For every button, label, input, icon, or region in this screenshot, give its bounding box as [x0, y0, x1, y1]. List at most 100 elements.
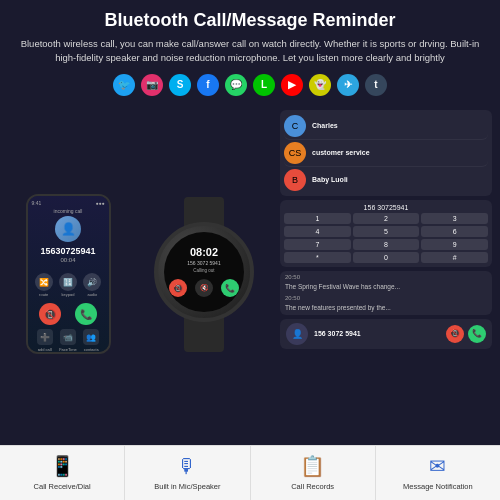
callback-action-buttons: 📵 📞	[446, 325, 486, 343]
call-receive-icon: 📱	[50, 454, 75, 478]
numpad-key-4[interactable]: 4	[284, 226, 351, 237]
contacts-panel: C Charles CS customer service B Baby Luo…	[280, 110, 492, 196]
audio-label: audio	[83, 292, 101, 297]
phone-avatar: 👤	[55, 216, 81, 242]
watch-face: 08:02 156 3072 5941 Calling out 📵 🔇 📞	[164, 232, 244, 312]
footer-item-call-records: 📋 Call Records	[251, 446, 376, 500]
contact-avatar-service: CS	[284, 142, 306, 164]
numpad-key-7[interactable]: 7	[284, 239, 351, 250]
social-icons-row: 🐦 📷 S f 💬 L ▶ 👻 ✈ t	[20, 74, 480, 96]
telegram-icon: ✈	[337, 74, 359, 96]
callback-avatar: 👤	[286, 323, 308, 345]
numpad-grid: 1 2 3 4 5 6 7 8 9 * 0 #	[284, 213, 488, 263]
watch-mockup: 08:02 156 3072 5941 Calling out 📵 🔇 📞	[144, 197, 264, 352]
main-content: 9:41 ●●● incoming call 👤 15630725941 00:…	[0, 104, 500, 446]
phone-option-route: 🔀 route	[35, 273, 53, 297]
numpad-key-1[interactable]: 1	[284, 213, 351, 224]
numpad-key-hash[interactable]: #	[421, 252, 488, 263]
phone-section: 9:41 ●●● incoming call 👤 15630725941 00:…	[8, 110, 128, 440]
numpad-display-number: 156 30725941	[284, 204, 488, 211]
callback-accept-button[interactable]: 📞	[468, 325, 486, 343]
contact-avatar-baby: B	[284, 169, 306, 191]
mic-speaker-icon: 🎙	[177, 455, 197, 478]
contact-name-charles: Charles	[312, 122, 488, 129]
snapchat-icon: 👻	[309, 74, 331, 96]
message-item-1: 20:50 The Spring Festival Wave has chang…	[285, 274, 487, 291]
message-time-2: 20:50	[285, 295, 487, 301]
phone-call-actions: 📵 📞	[32, 303, 105, 325]
phone-call-time: 00:04	[32, 257, 105, 263]
phone-status-bar: 9:41 ●●●	[32, 200, 105, 206]
chat-icon: 💬	[225, 74, 247, 96]
numpad-key-star[interactable]: *	[284, 252, 351, 263]
footer-item-message-notification: ✉ Message Notification	[376, 446, 500, 500]
phone-mockup: 9:41 ●●● incoming call 👤 15630725941 00:…	[26, 194, 111, 354]
contact-info-charles: Charles	[312, 122, 488, 129]
numpad-key-0[interactable]: 0	[353, 252, 420, 263]
message-notification-label: Message Notification	[403, 482, 473, 492]
callback-number: 156 3072 5941	[314, 330, 440, 337]
contacts-action: 👥 contacts	[83, 329, 99, 352]
message-text-1: The Spring Festival Wave has change...	[285, 282, 487, 291]
facetime-action: 📹 FaceTime	[59, 329, 77, 352]
message-time-1: 20:50	[285, 274, 487, 280]
numpad-key-5[interactable]: 5	[353, 226, 420, 237]
callback-panel: 👤 156 3072 5941 📵 📞	[280, 319, 492, 349]
phone-secondary-actions: ➕ add call 📹 FaceTime 👥 contacts	[32, 325, 105, 354]
add-call-icon: ➕	[37, 329, 53, 345]
right-panels: C Charles CS customer service B Baby Luo…	[280, 110, 492, 440]
numpad-number-text: 156 30725941	[364, 204, 409, 211]
numpad-key-6[interactable]: 6	[421, 226, 488, 237]
add-call-label: add call	[38, 347, 52, 352]
watch-call-buttons: 📵 🔇 📞	[169, 279, 239, 297]
callback-decline-button[interactable]: 📵	[446, 325, 464, 343]
numpad-key-3[interactable]: 3	[421, 213, 488, 224]
watch-band-bottom	[184, 317, 224, 352]
watch-accept-button[interactable]: 📞	[221, 279, 239, 297]
numpad-key-9[interactable]: 9	[421, 239, 488, 250]
decline-button[interactable]: 📵	[39, 303, 61, 325]
tumblr-icon: t	[365, 74, 387, 96]
accept-button[interactable]: 📞	[75, 303, 97, 325]
mic-speaker-label: Built in Mic/Speaker	[154, 482, 220, 492]
watch-mute-button[interactable]: 🔇	[195, 279, 213, 297]
watch-caller-number: 156 3072 5941	[187, 260, 220, 266]
numpad-key-2[interactable]: 2	[353, 213, 420, 224]
contact-item-service: CS customer service	[284, 140, 488, 167]
call-receive-label: Call Receive/Dial	[34, 482, 91, 492]
contact-avatar-charles: C	[284, 115, 306, 137]
watch-case: 08:02 156 3072 5941 Calling out 📵 🔇 📞	[154, 222, 254, 322]
keypad-icon: 🔢	[59, 273, 77, 291]
call-records-icon: 📋	[300, 454, 325, 478]
header-section: Bluetooth Call/Message Reminder Bluetoot…	[0, 0, 500, 104]
contact-info-service: customer service	[312, 149, 488, 156]
numpad-key-8[interactable]: 8	[353, 239, 420, 250]
phone-option-audio: 🔊 audio	[83, 273, 101, 297]
keypad-label: keypad	[59, 292, 77, 297]
contact-name-baby: Baby Luoli	[312, 176, 488, 183]
phone-time: 9:41	[32, 200, 42, 206]
audio-icon: 🔊	[83, 273, 101, 291]
footer-item-mic-speaker: 🎙 Built in Mic/Speaker	[125, 446, 250, 500]
phone-signal: ●●●	[95, 200, 104, 206]
watch-time: 08:02	[190, 246, 218, 258]
phone-option-keypad: 🔢 keypad	[59, 273, 77, 297]
phone-screen: 9:41 ●●● incoming call 👤 15630725941 00:…	[28, 196, 109, 354]
facetime-icon: 📹	[60, 329, 76, 345]
message-notification-icon: ✉	[429, 454, 446, 478]
watch-calling-text: Calling out	[193, 268, 214, 273]
route-label: route	[35, 292, 53, 297]
contact-item-baby: B Baby Luoli	[284, 167, 488, 193]
contacts-icon: 👥	[83, 329, 99, 345]
facetime-label: FaceTime	[59, 347, 77, 352]
numpad-panel: 156 30725941 1 2 3 4 5 6 7 8 9 * 0 #	[280, 200, 492, 267]
footer-item-call-receive: 📱 Call Receive/Dial	[0, 446, 125, 500]
message-text-2: The new features presented by the...	[285, 303, 487, 312]
call-records-label: Call Records	[291, 482, 334, 492]
messages-panel: 20:50 The Spring Festival Wave has chang…	[280, 271, 492, 315]
page: Bluetooth Call/Message Reminder Bluetoot…	[0, 0, 500, 500]
watch-decline-button[interactable]: 📵	[169, 279, 187, 297]
route-icon: 🔀	[35, 273, 53, 291]
youtube-icon: ▶	[281, 74, 303, 96]
facebook-icon: f	[197, 74, 219, 96]
